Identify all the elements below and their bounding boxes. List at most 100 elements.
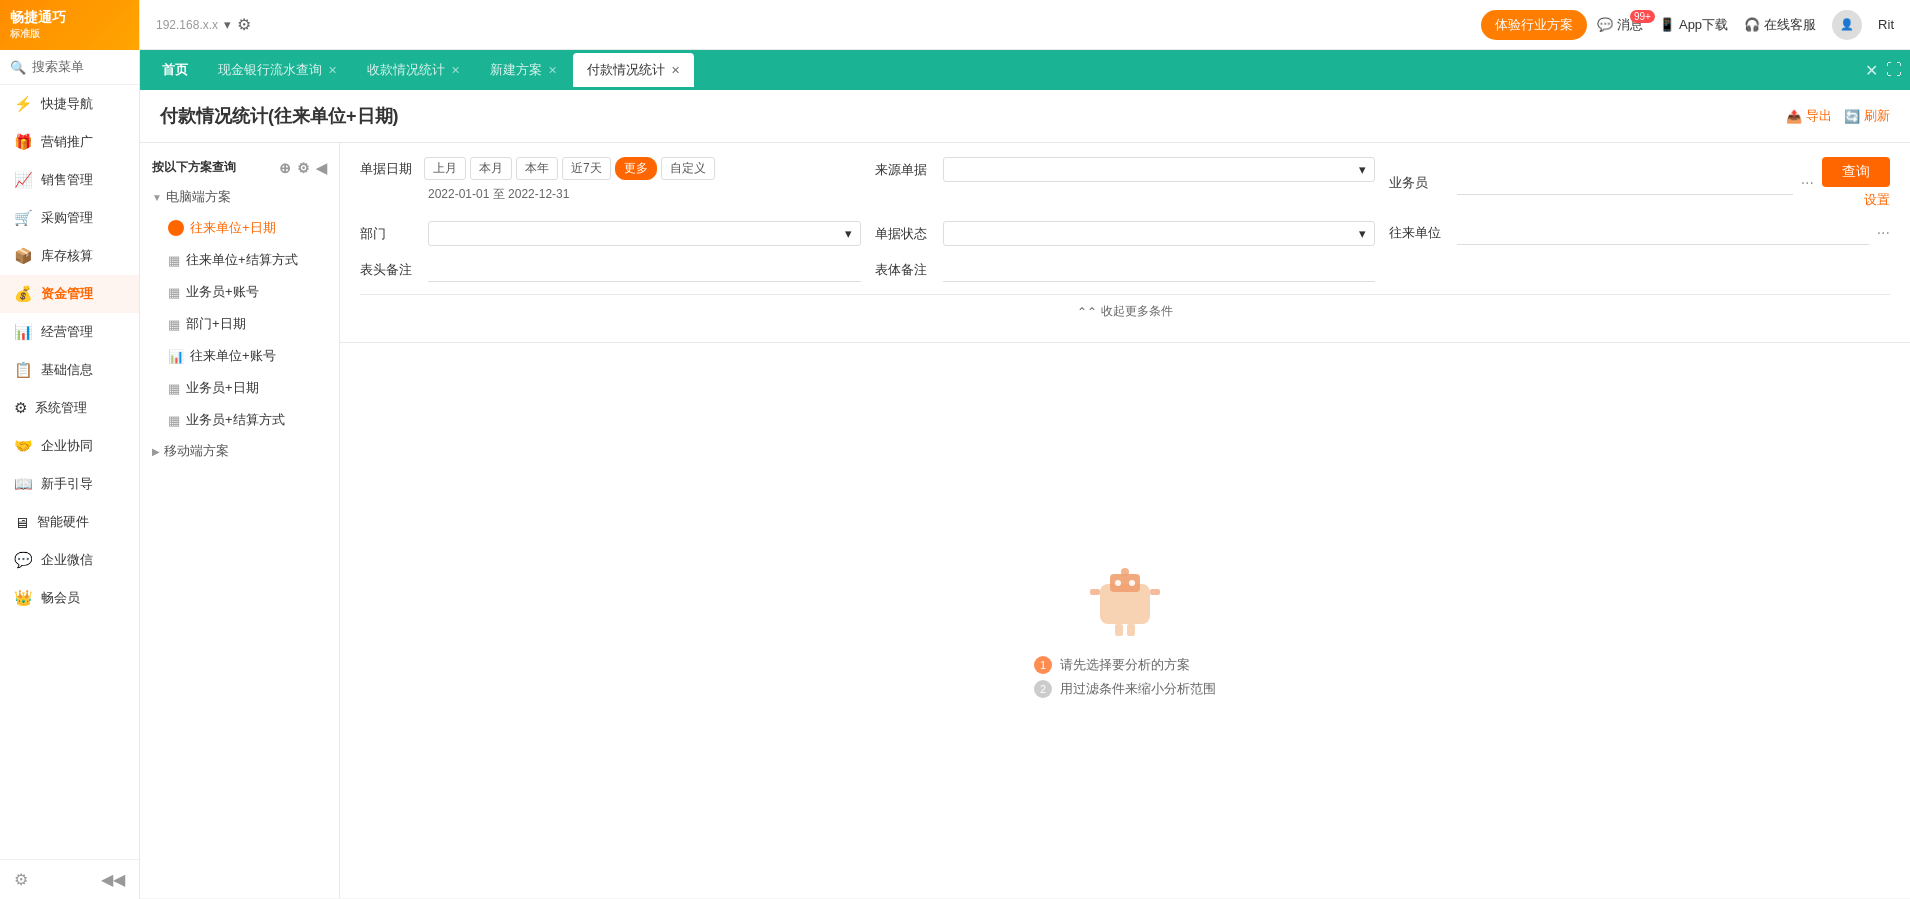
partner-dots[interactable]: ··· xyxy=(1877,224,1890,242)
search-menu-label: 搜索菜单 xyxy=(32,58,84,76)
refresh-icon: 🔄 xyxy=(1844,109,1860,124)
scheme-item-staff-date[interactable]: ▦ 业务员+日期 xyxy=(140,372,339,404)
sidebar-item-guide[interactable]: 📖 新手引导 xyxy=(0,465,139,503)
sidebar-item-basic-info[interactable]: 📋 基础信息 xyxy=(0,351,139,389)
sidebar-item-member[interactable]: 👑 畅会员 xyxy=(0,579,139,617)
table-header-note-input[interactable] xyxy=(428,258,861,282)
sidebar-item-marketing[interactable]: 🎁 营销推广 xyxy=(0,123,139,161)
topbar-gear-icon[interactable]: ⚙ xyxy=(237,15,251,34)
scheme-add-icon[interactable]: ⊕ xyxy=(279,160,291,176)
scheme-item-label: 往来单位+结算方式 xyxy=(186,251,298,269)
tab-payment-stats-close[interactable]: ✕ xyxy=(671,64,680,77)
sidebar-item-quick-nav[interactable]: ⚡ 快捷导航 xyxy=(0,85,139,123)
tab-receipt-stats-close[interactable]: ✕ xyxy=(451,64,460,77)
table-body-note-input[interactable] xyxy=(943,258,1376,282)
sidebar-item-operation[interactable]: 📊 经营管理 xyxy=(0,313,139,351)
filter-date-buttons: 上月 本月 本年 近7天 更多 自定义 xyxy=(424,157,715,180)
date-btn-last-7-days[interactable]: 近7天 xyxy=(562,157,611,180)
scheme-item-staff-payment[interactable]: ▦ 业务员+结算方式 xyxy=(140,404,339,436)
avatar[interactable]: 👤 xyxy=(1832,10,1862,40)
scheme-item-unit-date[interactable]: 往来单位+日期 xyxy=(140,212,339,244)
filter-actions: 查询 设置 xyxy=(1822,157,1890,209)
scheme-item-label: 部门+日期 xyxy=(186,315,246,333)
voucher-status-select[interactable]: ▾ xyxy=(943,221,1376,246)
sidebar-item-label: 企业协同 xyxy=(41,437,93,455)
refresh-btn[interactable]: 🔄 刷新 xyxy=(1844,107,1890,125)
svg-point-8 xyxy=(1121,568,1129,576)
sidebar-item-label: 经营管理 xyxy=(41,323,93,341)
export-btn[interactable]: 📤 导出 xyxy=(1786,107,1832,125)
date-btn-this-month[interactable]: 本月 xyxy=(470,157,512,180)
tab-bank-flow[interactable]: 现金银行流水查询 ✕ xyxy=(204,53,351,87)
settings-link[interactable]: 设置 xyxy=(1864,191,1890,209)
scheme-item-unit-payment[interactable]: ▦ 往来单位+结算方式 xyxy=(140,244,339,276)
trial-btn[interactable]: 体验行业方案 xyxy=(1481,10,1587,40)
scheme-item-unit-account[interactable]: 📊 往来单位+账号 xyxy=(140,340,339,372)
sales-icon: 📈 xyxy=(14,171,33,189)
staff-dots[interactable]: ··· xyxy=(1801,174,1814,192)
page-header: 付款情况统计(往来单位+日期) 📤 导出 🔄 刷新 xyxy=(140,90,1910,143)
partner-input[interactable] xyxy=(1457,221,1868,245)
tab-bank-flow-close[interactable]: ✕ xyxy=(328,64,337,77)
sidebar-item-label: 企业微信 xyxy=(41,551,93,569)
hint-num-2: 2 xyxy=(1034,680,1052,698)
tab-receipt-stats[interactable]: 收款情况统计 ✕ xyxy=(353,53,474,87)
collapse-label: 收起更多条件 xyxy=(1101,303,1173,320)
sidebar-item-enterprise[interactable]: 🤝 企业协同 xyxy=(0,427,139,465)
sidebar-item-label: 销售管理 xyxy=(41,171,93,189)
tab-home[interactable]: 首页 xyxy=(148,53,202,87)
scheme-settings-icon[interactable]: ⚙ xyxy=(297,160,310,176)
filter-area: 单据日期 上月 本月 本年 近7天 更多 自定义 2022-01-01 至 20… xyxy=(340,143,1910,898)
scheme-item-dept-date[interactable]: ▦ 部门+日期 xyxy=(140,308,339,340)
scheme-table-icon: ▦ xyxy=(168,285,180,300)
collapse-chevron-icon: ⌃⌃ xyxy=(1077,305,1097,319)
messages-count: 99+ xyxy=(1630,10,1655,23)
query-btn[interactable]: 查询 xyxy=(1822,157,1890,187)
filter-row-3: 表头备注 表体备注 xyxy=(360,258,1890,282)
collapse-more-btn[interactable]: ⌃⌃ 收起更多条件 xyxy=(360,294,1890,328)
app-download-btn[interactable]: 📱 App下载 xyxy=(1659,16,1728,34)
staff-input[interactable] xyxy=(1457,171,1792,195)
sidebar-item-purchase[interactable]: 🛒 采购管理 xyxy=(0,199,139,237)
date-btn-this-year[interactable]: 本年 xyxy=(516,157,558,180)
scheme-item-staff-account[interactable]: ▦ 业务员+账号 xyxy=(140,276,339,308)
marketing-icon: 🎁 xyxy=(14,133,33,151)
basic-info-icon: 📋 xyxy=(14,361,33,379)
tabbar: 首页 现金银行流水查询 ✕ 收款情况统计 ✕ 新建方案 ✕ 付款情况统计 ✕ ✕… xyxy=(140,50,1910,90)
online-service-btn[interactable]: 🎧 在线客服 xyxy=(1744,16,1816,34)
date-btn-last-month[interactable]: 上月 xyxy=(424,157,466,180)
filter-partner-cell: 往来单位 ··· xyxy=(1389,221,1890,245)
source-select[interactable]: ▾ xyxy=(943,157,1376,182)
date-btn-custom[interactable]: 自定义 xyxy=(661,157,715,180)
tab-new-plan-close[interactable]: ✕ xyxy=(548,64,557,77)
search-menu[interactable]: 🔍 搜索菜单 xyxy=(0,50,139,85)
inventory-icon: 📦 xyxy=(14,247,33,265)
address-label: 192.168.x.x xyxy=(156,18,218,32)
scheme-category-desktop[interactable]: ▼ 电脑端方案 xyxy=(140,182,339,212)
tab-new-plan-label: 新建方案 xyxy=(490,61,542,79)
tab-payment-stats[interactable]: 付款情况统计 ✕ xyxy=(573,53,694,87)
tabbar-maximize-icon[interactable]: ⛶ xyxy=(1886,61,1902,79)
dept-select[interactable]: ▾ xyxy=(428,221,861,246)
tab-home-label: 首页 xyxy=(162,61,188,79)
messages-badge[interactable]: 💬 消息 99+ xyxy=(1597,16,1643,34)
topbar-right: 💬 消息 99+ 📱 App下载 🎧 在线客服 👤 Rit xyxy=(1597,10,1894,40)
sidebar-item-wechat[interactable]: 💬 企业微信 xyxy=(0,541,139,579)
tabbar-close-all-icon[interactable]: ✕ xyxy=(1865,61,1878,80)
sidebar-item-inventory[interactable]: 📦 库存核算 xyxy=(0,237,139,275)
sidebar-item-hardware[interactable]: 🖥 智能硬件 xyxy=(0,503,139,541)
scheme-category-mobile[interactable]: ▶ 移动端方案 xyxy=(140,436,339,466)
scheme-collapse-icon[interactable]: ◀ xyxy=(316,160,327,176)
enterprise-icon: 🤝 xyxy=(14,437,33,455)
sidebar-item-sales[interactable]: 📈 销售管理 xyxy=(0,161,139,199)
topbar: 192.168.x.x ▾ ⚙ 体验行业方案 💬 消息 99+ 📱 App下载 … xyxy=(140,0,1910,50)
topbar-dropdown-icon[interactable]: ▾ xyxy=(224,17,231,32)
date-btn-more[interactable]: 更多 xyxy=(615,157,657,180)
tab-new-plan[interactable]: 新建方案 ✕ xyxy=(476,53,571,87)
sidebar-item-system[interactable]: ⚙ 系统管理 xyxy=(0,389,139,427)
sidebar-item-finance[interactable]: 💰 资金管理 xyxy=(0,275,139,313)
scheme-panel-icons: ⊕ ⚙ ◀ xyxy=(279,160,327,176)
sidebar-collapse-icon[interactable]: ◀◀ xyxy=(101,870,125,889)
settings-gear-icon[interactable]: ⚙ xyxy=(14,870,28,889)
sidebar-item-label: 智能硬件 xyxy=(37,513,89,531)
